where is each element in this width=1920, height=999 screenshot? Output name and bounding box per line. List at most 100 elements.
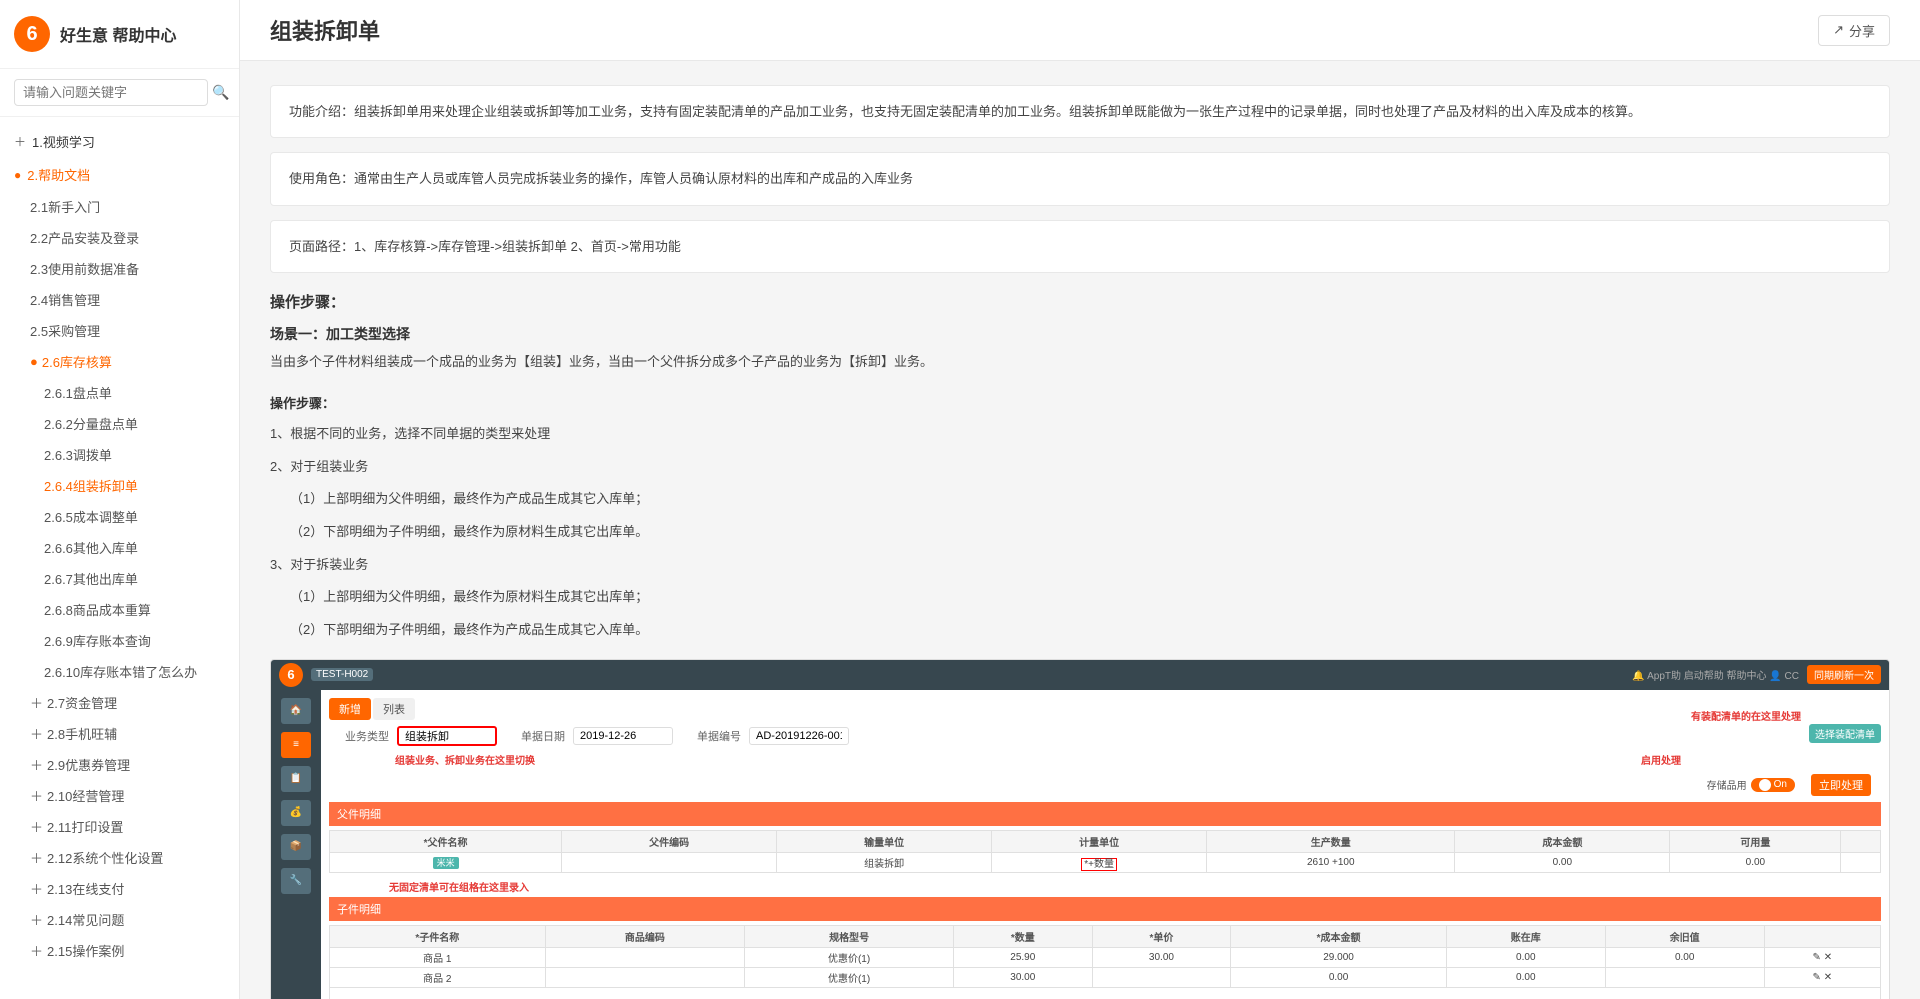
sidebar-item-stockerror[interactable]: 2.6.10库存账本错了怎么办: [0, 656, 239, 687]
expand-icon: ＋: [14, 133, 26, 150]
lower-table-label: 子件明细: [329, 897, 1881, 921]
sidebar-item-coupon[interactable]: ＋ 2.9优惠券管理: [0, 749, 239, 780]
sidebar-item-label: 2.12系统个性化设置: [47, 848, 163, 867]
nav-icon-5: 📦: [281, 834, 311, 860]
form-row-toggle: 存储品用 On 立即处理: [329, 774, 1871, 796]
refresh-button[interactable]: 同期刷新一次: [1807, 665, 1881, 684]
sidebar-item-goodscost[interactable]: 2.6.8商品成本重算: [0, 594, 239, 625]
sidebar-item-otheroutstock[interactable]: 2.6.7其他出库单: [0, 563, 239, 594]
sidebar-item-video[interactable]: ＋ 1.视频学习: [0, 125, 239, 158]
lower-row1-col7: 0.00: [1446, 947, 1605, 967]
logo-area: 6 好生意 帮助中心: [0, 0, 239, 69]
lower-row2-col8: [1605, 967, 1764, 987]
upper-table-header-col2: 父件编码: [562, 830, 777, 852]
page-header: 组装拆卸单 ↗ 分享: [240, 0, 1920, 61]
sidebar-item-data[interactable]: 2.3使用前数据准备: [0, 253, 239, 284]
upper-col7: 0.00: [1670, 852, 1841, 872]
sidebar-item-cases[interactable]: ＋ 2.15操作案例: [0, 935, 239, 966]
form-label-date: 单据日期: [505, 728, 565, 744]
search-box[interactable]: 🔍: [0, 69, 239, 117]
sidebar-item-stockcheck[interactable]: 2.6.9库存账本查询: [0, 625, 239, 656]
lower-row2-col5: [1092, 967, 1231, 987]
form-input-type[interactable]: [397, 726, 497, 746]
role-intro-box: 使用角色：通常由生产人员或库管人员完成拆装业务的操作，库管人员确认原材料的出库和…: [270, 152, 1890, 205]
share-button[interactable]: ↗ 分享: [1818, 15, 1890, 46]
form-input-order[interactable]: [749, 727, 849, 745]
role-intro-text: 使用角色：通常由生产人员或库管人员完成拆装业务的操作，库管人员确认原材料的出库和…: [289, 171, 913, 186]
sidebar-item-customize[interactable]: ＋ 2.12系统个性化设置: [0, 842, 239, 873]
upper-table-label: 父件明细: [329, 802, 1881, 826]
sidebar-item-label: 2.帮助文档: [27, 165, 90, 184]
sidebar-item-print[interactable]: ＋ 2.11打印设置: [0, 811, 239, 842]
search-button[interactable]: 🔍: [212, 84, 229, 101]
screenshot-logo: 6: [279, 663, 303, 687]
choose-clearinglist-btn[interactable]: 选择装配清单: [1809, 724, 1881, 743]
annotation-switch: 组装业务、拆卸业务在这里切换: [395, 752, 535, 767]
function-intro-text: 功能介绍：组装拆卸单用来处理企业组装或拆卸等加工业务，支持有固定装配清单的产品加…: [289, 104, 1641, 119]
sidebar-item-stockcount[interactable]: 2.6.1盘点单: [0, 377, 239, 408]
form-input-date[interactable]: [573, 727, 673, 745]
sidebar-item-label: 2.1新手入门: [30, 197, 100, 216]
sidebar-item-purchase[interactable]: 2.5采购管理: [0, 315, 239, 346]
test-badge: TEST-H002: [311, 668, 373, 681]
sidebar-item-otherinstock[interactable]: 2.6.6其他入库单: [0, 532, 239, 563]
sidebar-item-label: 2.6.2分量盘点单: [44, 414, 138, 433]
sidebar-item-label: 2.14常见问题: [47, 910, 124, 929]
lower-row2-col3: 优惠价(1): [745, 967, 954, 987]
sidebar-item-docs[interactable]: ● 2.帮助文档: [0, 158, 239, 191]
sidebar-item-finance[interactable]: ＋ 2.7资金管理: [0, 687, 239, 718]
annotation-type-area: 组装业务、拆卸业务在这里切换 启用处理: [389, 752, 1881, 774]
screenshot-main-form: 新增 列表 业务类型 单据日期 单据编号 有装配清单的在这里: [321, 690, 1889, 999]
share-label: 分享: [1849, 21, 1875, 40]
sidebar-item-inventory[interactable]: ● 2.6库存核算: [0, 346, 239, 377]
search-input[interactable]: [14, 79, 208, 106]
upper-table-header-col6: 成本金额: [1455, 830, 1670, 852]
upper-table: *父件名称 父件编码 输量单位 计量单位 生产数量 成本金额 可用量: [329, 830, 1881, 873]
confirm-btn[interactable]: 立即处理: [1811, 774, 1871, 796]
lower-row2-col1: 商品 2: [330, 967, 546, 987]
sidebar-item-onlinepay[interactable]: ＋ 2.13在线支付: [0, 873, 239, 904]
qty-input[interactable]: *+数量: [1081, 858, 1117, 871]
sidebar-item-install[interactable]: 2.2产品安装及登录: [0, 222, 239, 253]
expand-icon: ＋: [30, 848, 43, 867]
lower-row1-col2: [545, 947, 745, 967]
lower-table-row-1: 商品 1 优惠价(1) 25.90 30.00 29.000 0.00 0.00…: [330, 947, 1881, 967]
sidebar-item-assembly[interactable]: 2.6.4组装拆卸单: [0, 470, 239, 501]
sidebar-item-mobile[interactable]: ＋ 2.8手机旺辅: [0, 718, 239, 749]
toggle-switch[interactable]: On: [1751, 778, 1795, 792]
upper-table-row: 米米 组装拆卸 *+数量 2610 +100 0.00 0.00: [330, 852, 1881, 872]
upper-table-header-col4: 计量单位: [992, 830, 1207, 852]
annotation-lower: 无固定清单可在组格在这里录入: [329, 879, 1881, 897]
scene1-step3-sub2: （2）下部明细为子件明细，最终作为产成品生成其它入库单。: [270, 618, 1890, 643]
sidebar-item-costadj[interactable]: 2.6.5成本调整单: [0, 501, 239, 532]
logo-text: 好生意 帮助中心: [60, 22, 176, 46]
sidebar-item-newbie[interactable]: 2.1新手入门: [0, 191, 239, 222]
sidebar-item-splitcount[interactable]: 2.6.2分量盘点单: [0, 408, 239, 439]
tab-new[interactable]: 新增: [329, 698, 371, 720]
expand-icon: ＋: [30, 910, 43, 929]
sidebar-item-adjust[interactable]: 2.6.3调拨单: [0, 439, 239, 470]
upper-col1: 米米: [330, 852, 562, 872]
nav-icon-4: 💰: [281, 800, 311, 826]
form-row-1: 业务类型 单据日期 单据编号 有装配清单的在这里处理 选择装配清单: [329, 726, 1881, 746]
lower-row1-col8: 0.00: [1605, 947, 1764, 967]
sidebar-item-label: 2.6.10库存账本错了怎么办: [44, 662, 197, 681]
sidebar-item-sales[interactable]: 2.4销售管理: [0, 284, 239, 315]
sidebar-item-faq[interactable]: ＋ 2.14常见问题: [0, 904, 239, 935]
lower-row2-col4: 30.00: [953, 967, 1092, 987]
toggle-label-text: 存储品用: [1707, 777, 1747, 792]
tab-list[interactable]: 列表: [373, 698, 415, 720]
sidebar-item-label: 2.4销售管理: [30, 290, 100, 309]
lower-row2-col6: 0.00: [1231, 967, 1447, 987]
expand-icon: ＋: [30, 817, 43, 836]
scene1-step3: 3、对于拆装业务: [270, 553, 1890, 578]
sidebar-item-label: 2.5采购管理: [30, 321, 100, 340]
screenshot-topbar: 6 TEST-H002 🔔 AppT助 启动帮助 帮助中心 👤 CC 同期刷新一…: [271, 660, 1889, 690]
steps-title: 操作步骤：: [270, 291, 1890, 312]
screenshot-left-nav: 🏠 ≡ 📋 💰 📦 🔧: [271, 690, 321, 999]
lower-header-col2: 商品编码: [545, 925, 745, 947]
sidebar-item-biz[interactable]: ＋ 2.10经营管理: [0, 780, 239, 811]
upper-col4: *+数量: [992, 852, 1207, 872]
sidebar-item-label: 2.6库存核算: [42, 352, 112, 371]
sidebar-item-label: 2.6.6其他入库单: [44, 538, 138, 557]
